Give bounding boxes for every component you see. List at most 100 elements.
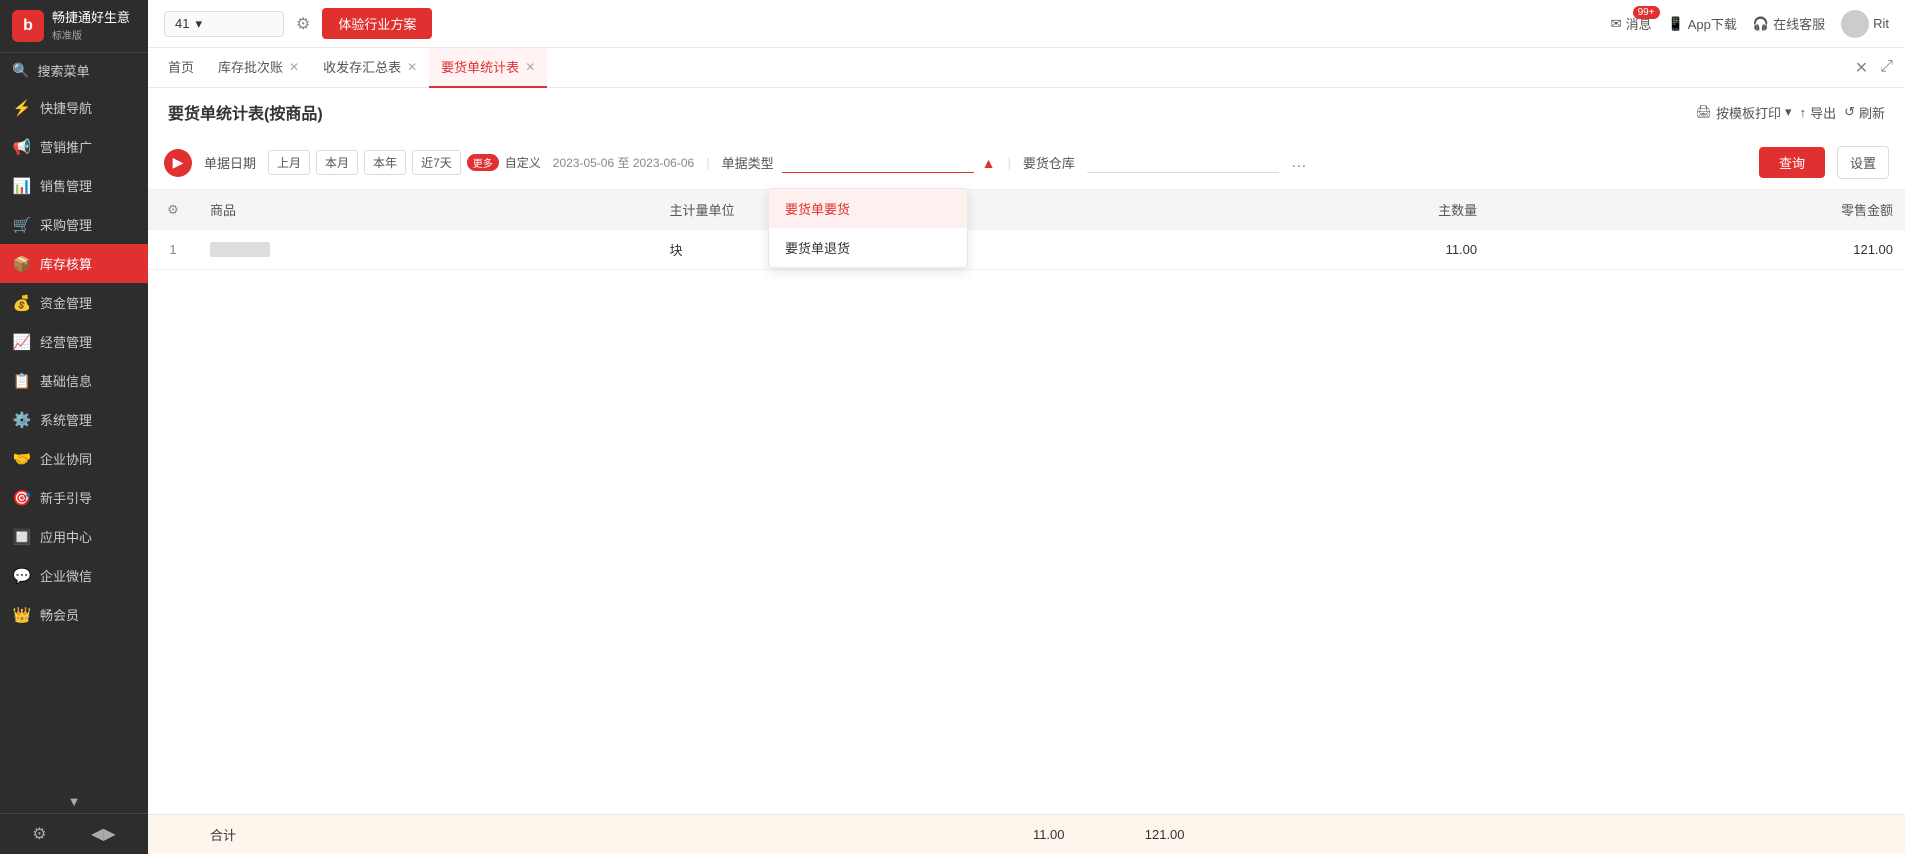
row-amount: 121.00 [1489, 230, 1905, 270]
sidebar-item-label: 销售管理 [40, 176, 92, 195]
sidebar-item-system[interactable]: ⚙️ 系统管理 [0, 400, 148, 439]
sidebar-item-label: 快捷导航 [40, 98, 92, 117]
system-icon: ⚙️ [12, 411, 32, 429]
online-service-button[interactable]: 🎧 在线客服 [1753, 14, 1825, 33]
sidebar-item-quick-nav[interactable]: ⚡ 快捷导航 [0, 88, 148, 127]
export-button[interactable]: ↑ 导出 [1800, 103, 1837, 122]
app-download-label: App下载 [1688, 14, 1737, 33]
column-settings-button[interactable]: 设置 [1837, 146, 1889, 179]
date-filter-label: 单据日期 [204, 153, 256, 172]
guide-icon: 🎯 [12, 489, 32, 507]
row-quantity: 11.00 [1144, 230, 1489, 270]
sidebar-item-label: 基础信息 [40, 371, 92, 390]
filter-more-button[interactable]: … [1291, 154, 1307, 172]
download-icon: 📱 [1668, 16, 1684, 32]
product-blurred: ██████ [210, 242, 270, 257]
dropdown-item-requisition[interactable]: 要货单要货 [769, 189, 967, 228]
type-filter-label: 单据类型 [722, 153, 774, 172]
sidebar: b 畅捷通好生意 标准版 🔍 搜索菜单 ⚡ 快捷导航 📢 营销推广 📊 销售管理… [0, 0, 148, 854]
sidebar-item-wechat[interactable]: 💬 企业微信 [0, 556, 148, 595]
app-sub: 标准版 [52, 27, 130, 42]
quick-nav-icon: ⚡ [12, 99, 32, 117]
company-selector[interactable]: 41 ▾ [164, 11, 284, 37]
filter-custom-date[interactable]: 自定义 [505, 154, 541, 171]
sidebar-search[interactable]: 🔍 搜索菜单 [0, 53, 148, 88]
app-logo-icon: b [12, 10, 44, 42]
sidebar-nav: ⚡ 快捷导航 📢 营销推广 📊 销售管理 🛒 采购管理 📦 库存核算 💰 资金管… [0, 88, 148, 790]
warehouse-filter-label: 要货仓库 [1023, 153, 1075, 172]
filter-expand-button[interactable]: ▶ [164, 149, 192, 177]
sidebar-item-enterprise[interactable]: 🤝 企业协同 [0, 439, 148, 478]
filter-date-range: 2023-05-06 至 2023-06-06 [553, 154, 694, 171]
tab-close-inventory-batch[interactable]: ✕ [289, 60, 299, 74]
warehouse-filter-input[interactable] [1087, 153, 1279, 173]
tabs-close-all-icon[interactable]: ✕ [1851, 54, 1872, 82]
message-button[interactable]: ✉ 消息 99+ [1611, 14, 1652, 33]
filter-more-badge[interactable]: 更多 [467, 154, 499, 171]
message-icon: ✉ [1611, 16, 1622, 32]
online-service-label: 在线客服 [1773, 14, 1825, 33]
sidebar-item-app-center[interactable]: 🔲 应用中心 [0, 517, 148, 556]
main-area: 41 ▾ ⚙ 体验行业方案 ✉ 消息 99+ 📱 App下载 🎧 在线客服 R [148, 0, 1905, 854]
app-name: 畅捷通好生意 [52, 10, 130, 27]
page-actions: 🖨 按模板打印 ▾ ↑ 导出 ↺ 刷新 [1696, 103, 1886, 122]
enterprise-icon: 🤝 [12, 450, 32, 468]
export-label: 导出 [1810, 103, 1836, 122]
marketing-icon: 📢 [12, 138, 32, 156]
print-button[interactable]: 🖨 按模板打印 ▾ [1696, 103, 1792, 122]
message-badge: 99+ [1633, 6, 1660, 19]
collapse-icon[interactable]: ◀▶ [91, 824, 116, 844]
type-dropdown-arrow[interactable]: ▲ [982, 155, 996, 171]
sidebar-search-label: 搜索菜单 [37, 61, 89, 80]
tabs-expand-icon[interactable]: ⤢ [1876, 54, 1897, 82]
trial-button[interactable]: 体验行业方案 [322, 8, 432, 39]
col-quantity-header: 主数量 [1144, 190, 1489, 230]
sidebar-item-finance[interactable]: 💰 资金管理 [0, 283, 148, 322]
tab-close-requisition-stats[interactable]: ✕ [525, 60, 535, 74]
sidebar-item-label: 企业微信 [40, 566, 92, 585]
settings-gear-icon[interactable]: ⚙ [296, 14, 310, 34]
filter-this-month[interactable]: 本月 [316, 150, 358, 175]
filter-this-year[interactable]: 本年 [364, 150, 406, 175]
user-profile[interactable]: Rit [1841, 10, 1889, 38]
tab-inventory-batch-label: 库存批次账 [218, 57, 283, 76]
col-amount-header: 零售金额 [1489, 190, 1905, 230]
refresh-button[interactable]: ↺ 刷新 [1844, 103, 1885, 122]
filter-last-month[interactable]: 上月 [268, 150, 310, 175]
tab-inventory-batch[interactable]: 库存批次账 ✕ [206, 48, 311, 88]
sidebar-logo: b 畅捷通好生意 标准版 [0, 0, 148, 53]
sidebar-item-sales[interactable]: 📊 销售管理 [0, 166, 148, 205]
sidebar-item-membership[interactable]: 👑 畅会员 [0, 595, 148, 634]
sidebar-item-label: 采购管理 [40, 215, 92, 234]
sidebar-item-operations[interactable]: 📈 经营管理 [0, 322, 148, 361]
sidebar-item-label: 企业协同 [40, 449, 92, 468]
sidebar-item-guide[interactable]: 🎯 新手引导 [0, 478, 148, 517]
sidebar-item-inventory[interactable]: 📦 库存核算 [0, 244, 148, 283]
app-download-button[interactable]: 📱 App下载 [1668, 14, 1737, 33]
dropdown-item-return[interactable]: 要货单退货 [769, 228, 967, 267]
sidebar-item-label: 库存核算 [40, 254, 92, 273]
export-icon: ↑ [1800, 105, 1807, 120]
settings-icon[interactable]: ⚙ [32, 824, 46, 844]
topbar-right: ✉ 消息 99+ 📱 App下载 🎧 在线客服 Rit [1611, 10, 1889, 38]
tab-home[interactable]: 首页 [156, 48, 206, 88]
tab-recv-summary[interactable]: 收发存汇总表 ✕ [311, 48, 429, 88]
query-button[interactable]: 查询 [1759, 147, 1825, 178]
app-center-icon: 🔲 [12, 528, 32, 546]
type-filter-input[interactable] [782, 153, 974, 173]
tab-requisition-stats[interactable]: 要货单统计表 ✕ [429, 48, 547, 88]
filter-last-7-days[interactable]: 近7天 [412, 150, 461, 175]
col-settings-header[interactable]: ⚙ [148, 190, 198, 230]
sidebar-bottom: ⚙ ◀▶ [0, 813, 148, 854]
service-icon: 🎧 [1753, 16, 1769, 32]
sidebar-item-label: 新手引导 [40, 488, 92, 507]
filter-divider: | [706, 155, 709, 170]
sidebar-item-basic-info[interactable]: 📋 基础信息 [0, 361, 148, 400]
tab-close-recv-summary[interactable]: ✕ [407, 60, 417, 74]
sidebar-item-marketing[interactable]: 📢 营销推广 [0, 127, 148, 166]
search-icon: 🔍 [12, 62, 29, 79]
footer-quantity: 11.00 [945, 827, 1065, 842]
sidebar-scroll-down[interactable]: ▼ [0, 790, 148, 813]
finance-icon: 💰 [12, 294, 32, 312]
sidebar-item-purchase[interactable]: 🛒 采购管理 [0, 205, 148, 244]
